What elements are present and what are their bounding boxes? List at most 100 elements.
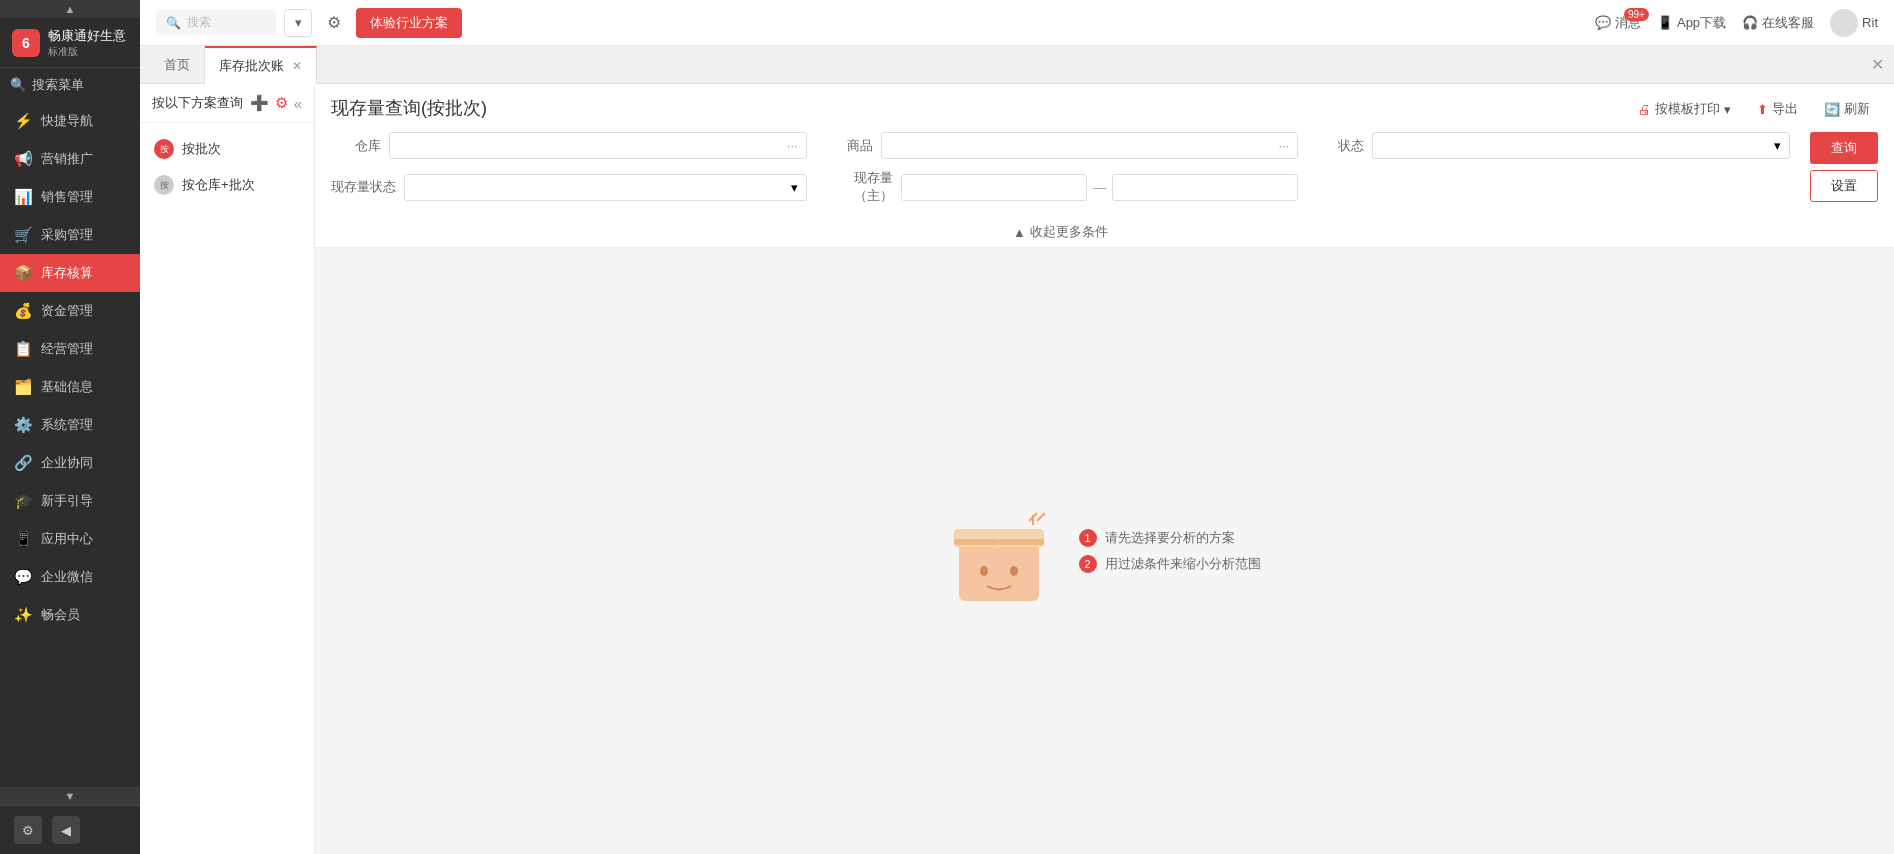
inventory-qty-min[interactable] [901,174,1087,201]
collapse-btn[interactable]: ▲ 收起更多条件 [331,217,1790,247]
settings-btn[interactable]: 设置 [1810,170,1878,202]
page-title: 现存量查询(按批次) [331,96,487,120]
trial-btn[interactable]: 体验行业方案 [356,8,462,38]
query-buttons: 查询 设置 [1800,132,1878,202]
sidebar-collapse-icon: ◀ [61,823,71,838]
marketing-icon: 📢 [14,150,33,168]
settings-scheme-icon[interactable]: ⚙ [275,94,288,112]
sidebar-item-label: 采购管理 [41,226,93,244]
sidebar-item-quicknav[interactable]: ⚡ 快捷导航 [0,102,140,140]
warehouse-dots: ··· [787,138,798,153]
left-panel-items: 按 按批次 按 按仓库+批次 [140,123,314,211]
scheme-batch-label: 按批次 [182,140,221,158]
message-icon: 💬 [1595,15,1611,30]
sidebar-item-vip[interactable]: ✨ 畅会员 [0,596,140,634]
sidebar-item-wechat[interactable]: 💬 企业微信 [0,558,140,596]
empty-hint-2: 2 用过滤条件来缩小分析范围 [1079,555,1261,573]
purchase-icon: 🛒 [14,226,33,244]
refresh-icon: 🔄 [1824,102,1840,117]
inventory-status-dropdown-icon: ▾ [791,180,798,195]
sidebar-item-marketing[interactable]: 📢 营销推广 [0,140,140,178]
sidebar-item-label: 系统管理 [41,416,93,434]
newbie-icon: 🎓 [14,492,33,510]
sidebar-settings-icon: ⚙ [22,823,34,838]
online-service-item[interactable]: 🎧 在线客服 [1742,14,1814,32]
tabs-bar-close-btn[interactable]: ✕ [1871,55,1884,74]
scheme-item-warehouse-batch[interactable]: 按 按仓库+批次 [140,167,314,203]
svg-point-4 [980,566,988,576]
tab-close-icon[interactable]: ✕ [292,59,302,73]
sidebar-settings-btn[interactable]: ⚙ [14,816,42,844]
filter-rows: 仓库 ··· 商品 ··· [331,132,1790,205]
wechat-icon: 💬 [14,568,33,586]
basic-icon: 🗂️ [14,378,33,396]
sidebar-collapse-btn[interactable]: ◀ [52,816,80,844]
sidebar-item-newbie[interactable]: 🎓 新手引导 [0,482,140,520]
refresh-btn[interactable]: 🔄 刷新 [1816,96,1878,122]
svg-rect-0 [959,541,1039,601]
print-icon: 🖨 [1638,102,1651,117]
messages-item[interactable]: 💬 消息 99+ [1595,14,1641,32]
sidebar-item-label: 经营管理 [41,340,93,358]
main-area: 🔍 搜索 ▾ ⚙ 体验行业方案 💬 消息 99+ 📱 App下载 🎧 [140,0,1894,854]
filter-area: 现存量查询(按批次) 🖨 按模板打印 ▾ ⬆ 导出 🔄 [315,84,1894,248]
range-separator: — [1093,180,1106,195]
sidebar-item-finance[interactable]: 💰 资金管理 [0,292,140,330]
sidebar-logo: 6 [12,29,40,57]
filter-group-status: 状态 ▾ [1314,132,1790,159]
query-btn[interactable]: 查询 [1810,132,1878,164]
inventory-icon: 📦 [14,264,33,282]
filter-group-inventory-qty: 现存量（主） — [823,169,1299,205]
filter-row-2: 现存量状态 ▾ 现存量（主） [331,169,1790,205]
inventory-qty-max[interactable] [1112,174,1298,201]
sidebar-item-label: 资金管理 [41,302,93,320]
topbar-search-box[interactable]: 🔍 搜索 [156,10,276,35]
product-input[interactable]: ··· [881,132,1299,159]
sidebar-item-inventory[interactable]: 📦 库存核算 [0,254,140,292]
topbar-gear-btn[interactable]: ⚙ [320,9,348,37]
service-icon: 🎧 [1742,15,1758,30]
sidebar-scroll-up[interactable]: ▲ [0,0,140,18]
sidebar: ▲ 6 畅康通好生意 标准版 🔍 搜索菜单 ⚡ 快捷导航 📢 营销推广 📊 销售… [0,0,140,854]
warehouse-input[interactable]: ··· [389,132,807,159]
filter-group-product: 商品 ··· [823,132,1299,159]
sidebar-scroll-down[interactable]: ▼ [0,787,140,805]
app-download-item[interactable]: 📱 App下载 [1657,14,1726,32]
svg-point-5 [1010,566,1018,576]
sidebar-item-basic[interactable]: 🗂️ 基础信息 [0,368,140,406]
add-scheme-icon[interactable]: ➕ [250,94,269,112]
inventory-status-select[interactable]: ▾ [404,174,807,201]
sidebar-item-system[interactable]: ⚙️ 系统管理 [0,406,140,444]
warehouse-label: 仓库 [331,137,381,155]
sidebar-item-purchase[interactable]: 🛒 采购管理 [0,216,140,254]
tab-inventory-batch-label: 库存批次账 [219,57,284,75]
print-template-btn[interactable]: 🖨 按模板打印 ▾ [1630,96,1739,122]
sidebar-app-subtitle: 标准版 [48,45,126,59]
right-panel: 现存量查询(按批次) 🖨 按模板打印 ▾ ⬆ 导出 🔄 [315,84,1894,854]
sidebar-item-sales[interactable]: 📊 销售管理 [0,178,140,216]
messages-badge: 99+ [1624,8,1649,21]
scheme-item-batch[interactable]: 按 按批次 [140,131,314,167]
tabs-bar: 首页 库存批次账 ✕ ✕ [140,46,1894,84]
empty-illustration [949,501,1049,601]
svg-rect-2 [954,539,999,545]
status-label: 状态 [1314,137,1364,155]
filter-group-inventory-status: 现存量状态 ▾ [331,174,807,201]
sidebar-item-apps[interactable]: 📱 应用中心 [0,520,140,558]
user-item[interactable]: Rit [1830,9,1878,37]
sidebar-search[interactable]: 🔍 搜索菜单 [0,68,140,102]
sidebar-item-enterprise[interactable]: 🔗 企业协同 [0,444,140,482]
topbar-dropdown-btn[interactable]: ▾ [284,9,312,37]
sidebar-item-operations[interactable]: 📋 经营管理 [0,330,140,368]
sidebar-item-label: 企业微信 [41,568,93,586]
sidebar-search-label: 搜索菜单 [32,76,84,94]
tab-inventory-batch[interactable]: 库存批次账 ✕ [205,46,317,84]
status-select[interactable]: ▾ [1372,132,1790,159]
collapse-panel-icon[interactable]: « [294,95,302,112]
export-btn[interactable]: ⬆ 导出 [1749,96,1806,122]
inventory-qty-range: — [901,174,1298,201]
tab-home[interactable]: 首页 [150,46,205,84]
topbar-left: 🔍 搜索 ▾ ⚙ 体验行业方案 [156,8,1585,38]
topbar-right: 💬 消息 99+ 📱 App下载 🎧 在线客服 Rit [1595,9,1878,37]
sidebar-header: 6 畅康通好生意 标准版 [0,18,140,68]
